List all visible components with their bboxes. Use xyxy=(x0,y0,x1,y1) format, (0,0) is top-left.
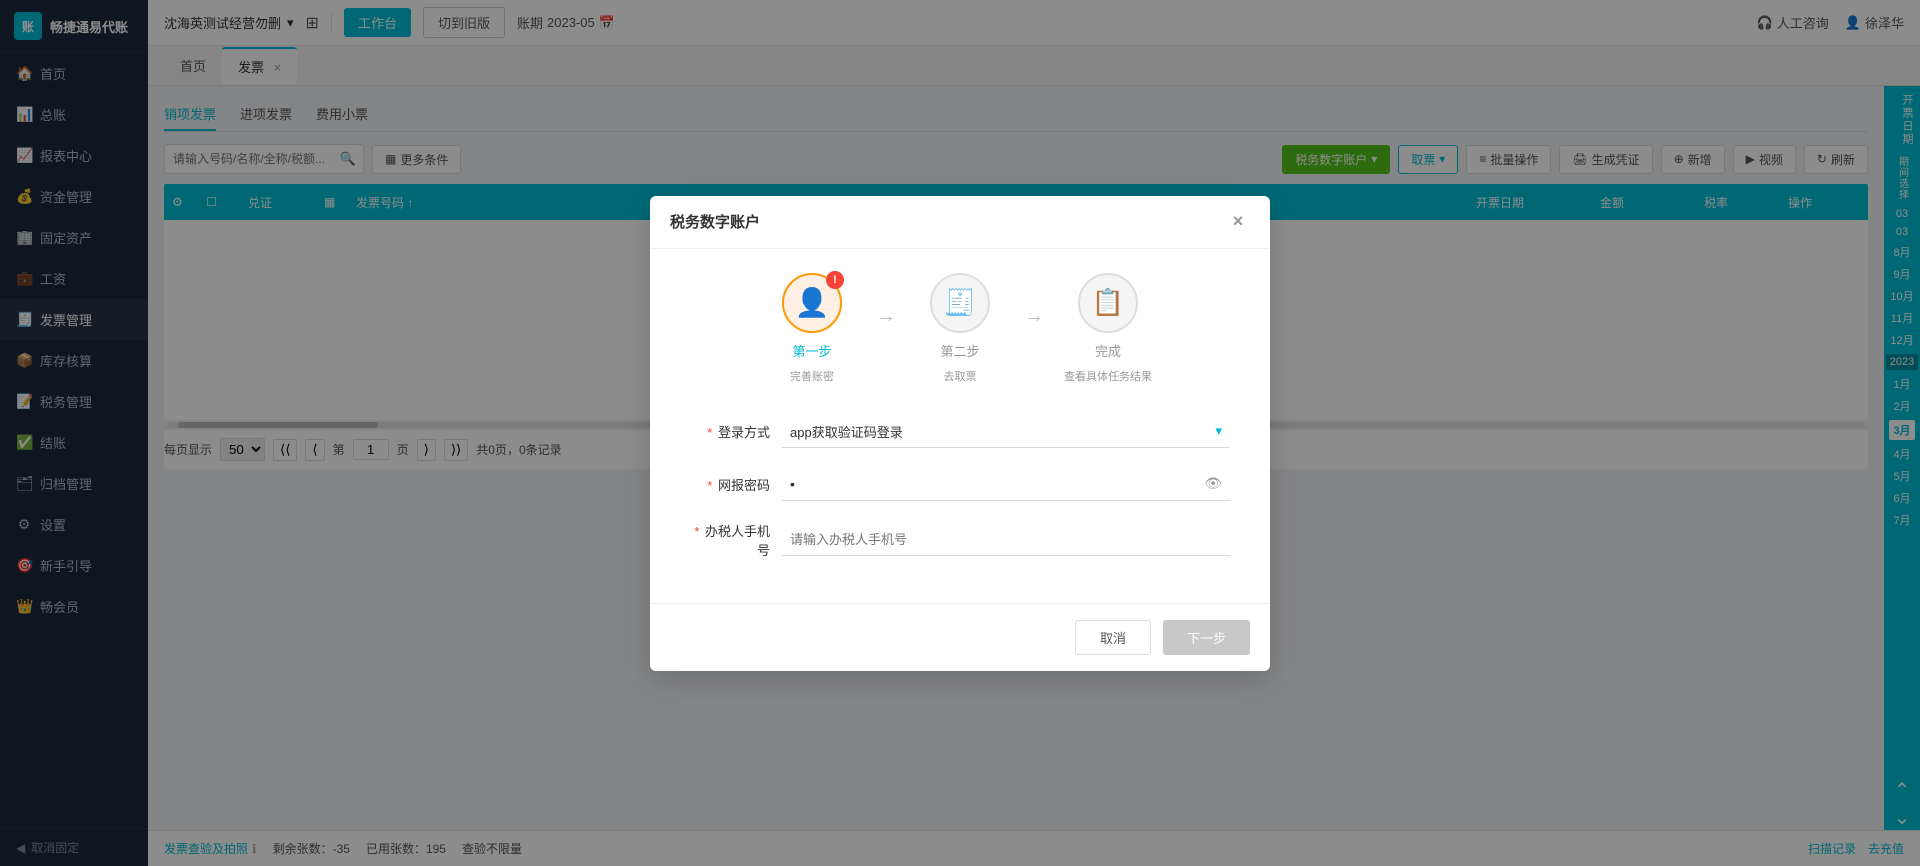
step-1-desc: 完善账密 xyxy=(790,368,834,384)
select-chevron-icon: ▾ xyxy=(1215,423,1222,439)
phone-label: * 办税人手机号 xyxy=(690,521,770,559)
step-2: 🧾 第二步 去取票 xyxy=(900,273,1020,384)
password-row: * 网报密码 👁 xyxy=(690,468,1230,501)
modal-overlay[interactable]: 税务数字账户 × 👤 ! 第一步 完善账密 → xyxy=(0,0,1920,866)
step-arrow-1: → xyxy=(872,305,900,328)
login-method-select[interactable]: app获取验证码登录 ▾ xyxy=(782,416,1230,448)
dialog-title: 税务数字账户 xyxy=(670,211,760,232)
step-2-title: 第二步 xyxy=(940,341,979,360)
step-2-desc: 去取票 xyxy=(944,368,977,384)
password-label: * 网报密码 xyxy=(690,475,770,494)
step-3-icon: 📋 xyxy=(1078,273,1138,333)
tax-account-dialog: 税务数字账户 × 👤 ! 第一步 完善账密 → xyxy=(650,196,1270,671)
phone-input-wrap xyxy=(782,523,1230,556)
login-method-row: * 登录方式 app获取验证码登录 ▾ xyxy=(690,416,1230,448)
dialog-close-button[interactable]: × xyxy=(1226,210,1250,234)
dialog-footer: 取消 下一步 xyxy=(650,603,1270,671)
next-button[interactable]: 下一步 xyxy=(1163,620,1250,655)
eye-icon[interactable]: 👁 xyxy=(1204,475,1222,492)
step-1-badge: ! xyxy=(826,271,844,289)
step-2-icon: 🧾 xyxy=(930,273,990,333)
login-method-value: app获取验证码登录 xyxy=(790,422,903,441)
steps-indicator: 👤 ! 第一步 完善账密 → 🧾 第二步 去取票 → xyxy=(690,273,1230,384)
password-required: * xyxy=(707,478,712,493)
step-3-desc: 查看具体任务结果 xyxy=(1064,368,1152,384)
phone-required: * xyxy=(694,524,699,539)
password-input-wrap: 👁 xyxy=(782,468,1230,501)
step-1-title: 第一步 xyxy=(792,341,831,360)
login-method-label: * 登录方式 xyxy=(690,422,770,441)
dialog-header: 税务数字账户 × xyxy=(650,196,1270,249)
phone-row: * 办税人手机号 xyxy=(690,521,1230,559)
step-3: 📋 完成 查看具体任务结果 xyxy=(1048,273,1168,384)
password-input[interactable] xyxy=(782,468,1230,500)
login-method-required: * xyxy=(707,425,712,440)
step-3-title: 完成 xyxy=(1095,341,1121,360)
step-1-icon: 👤 ! xyxy=(782,273,842,333)
phone-input[interactable] xyxy=(782,523,1230,555)
cancel-button[interactable]: 取消 xyxy=(1075,620,1151,655)
dialog-body: 👤 ! 第一步 完善账密 → 🧾 第二步 去取票 → xyxy=(650,249,1270,603)
step-arrow-2: → xyxy=(1020,305,1048,328)
step-1: 👤 ! 第一步 完善账密 xyxy=(752,273,872,384)
